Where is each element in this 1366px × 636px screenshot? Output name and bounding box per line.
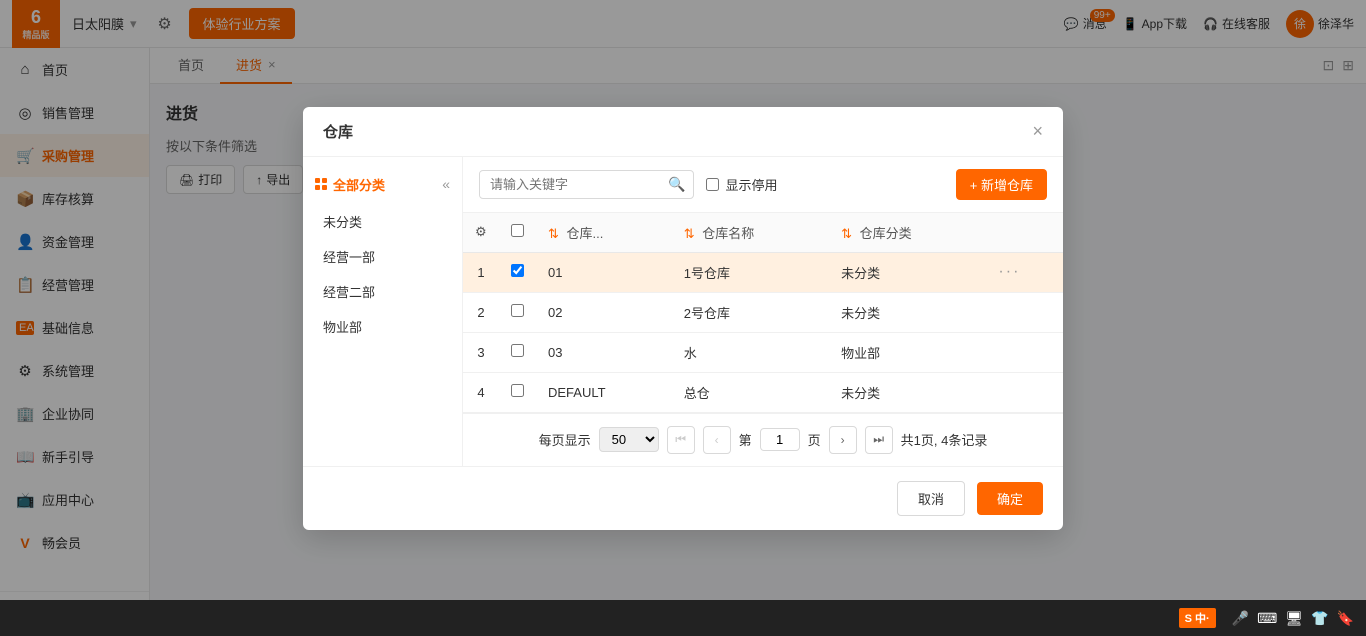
table-row: 4 DEFAULT 总仓 未分类	[463, 372, 1063, 412]
row-category: 物业部	[829, 332, 986, 372]
row-category: 未分类	[829, 372, 986, 412]
next-page-btn[interactable]: ›	[829, 426, 857, 454]
category-item-ops2[interactable]: 经营二部	[303, 274, 462, 309]
row-more	[986, 332, 1063, 372]
th-actions	[986, 213, 1063, 253]
row-code: 02	[536, 292, 672, 332]
th-checkbox	[499, 213, 536, 253]
table-header-row: ⚙ ⇅ 仓库... ⇅	[463, 213, 1063, 253]
search-icon-btn[interactable]: 🔍	[660, 171, 693, 198]
th-name[interactable]: ⇅ 仓库名称	[672, 213, 829, 253]
modal-close-btn[interactable]: ×	[1032, 122, 1043, 140]
first-page-btn[interactable]: ⏮	[667, 426, 695, 454]
category-panel: 全部分类 « 未分类 经营一部 经营二部 物业部	[303, 157, 463, 466]
status-bar: S 中· 🎤 ⌨ 🖥 👕 🔖	[0, 600, 1366, 636]
table-row: 2 02 2号仓库 未分类	[463, 292, 1063, 332]
row-checkbox[interactable]	[511, 304, 524, 317]
row-checkbox[interactable]	[511, 344, 524, 357]
confirm-btn[interactable]: 确定	[977, 482, 1043, 515]
add-warehouse-btn[interactable]: + 新增仓库	[956, 169, 1047, 200]
page-end-label: 页	[808, 430, 821, 449]
shirt-icon[interactable]: 👕	[1311, 610, 1328, 627]
row-index: 4	[463, 372, 499, 412]
row-code: DEFAULT	[536, 372, 672, 412]
select-all-checkbox[interactable]	[511, 224, 524, 237]
search-wrap: 🔍	[479, 170, 694, 199]
row-name: 总仓	[672, 372, 829, 412]
gear-icon: ⚙	[475, 224, 487, 239]
show-disabled-wrap: 显示停用	[706, 175, 777, 194]
grid-icon	[315, 178, 327, 190]
category-header: 全部分类 «	[303, 169, 462, 200]
show-disabled-label: 显示停用	[725, 175, 777, 194]
mic-icon[interactable]: 🎤	[1232, 610, 1249, 627]
modal-header: 仓库 ×	[303, 107, 1063, 157]
row-name: 1号仓库	[672, 252, 829, 292]
row-checkbox[interactable]	[511, 264, 524, 277]
settings-icon-bar[interactable]: 🖥	[1285, 610, 1303, 627]
sort-icon-name: ⇅	[684, 226, 695, 241]
show-disabled-checkbox[interactable]	[706, 178, 719, 191]
sort-icon-code: ⇅	[548, 226, 559, 241]
row-more	[986, 372, 1063, 412]
modal-body: 全部分类 « 未分类 经营一部 经营二部 物业部 🔍	[303, 157, 1063, 466]
last-page-btn[interactable]: ⏭	[865, 426, 893, 454]
th-category[interactable]: ⇅ 仓库分类	[829, 213, 986, 253]
row-checkbox-cell	[499, 292, 536, 332]
sort-icon-category: ⇅	[841, 226, 852, 241]
row-name: 水	[672, 332, 829, 372]
page-label: 第	[739, 430, 752, 449]
more-actions-btn[interactable]: ···	[998, 263, 1020, 280]
modal-overlay: 仓库 × 全部分类 « 未分类 经营一部 经营二部 物业部	[0, 0, 1366, 636]
page-size-select[interactable]: 50 100 200	[599, 427, 659, 452]
table-toolbar: 🔍 显示停用 + 新增仓库	[463, 157, 1063, 213]
bookmark-icon[interactable]: 🔖	[1337, 610, 1354, 627]
row-checkbox-cell	[499, 332, 536, 372]
row-checkbox[interactable]	[511, 384, 524, 397]
row-index: 2	[463, 292, 499, 332]
prev-page-btn[interactable]: ‹	[703, 426, 731, 454]
page-size-label: 每页显示	[539, 430, 591, 449]
modal-title: 仓库	[323, 121, 353, 142]
table-row: 1 01 1号仓库 未分类 ···	[463, 252, 1063, 292]
warehouse-table: ⚙ ⇅ 仓库... ⇅	[463, 213, 1063, 413]
row-checkbox-cell	[499, 252, 536, 292]
row-category: 未分类	[829, 292, 986, 332]
row-code: 01	[536, 252, 672, 292]
category-collapse-btn[interactable]: «	[442, 176, 450, 192]
page-input[interactable]	[760, 428, 800, 451]
cancel-btn[interactable]: 取消	[897, 481, 965, 516]
row-code: 03	[536, 332, 672, 372]
row-more	[986, 292, 1063, 332]
row-index: 1	[463, 252, 499, 292]
th-settings: ⚙	[463, 213, 499, 253]
pagination-bar: 每页显示 50 100 200 ⏮ ‹ 第 页 › ⏭ 共1页, 4条记录	[463, 413, 1063, 466]
search-input[interactable]	[480, 172, 660, 197]
all-category-title[interactable]: 全部分类	[315, 175, 385, 194]
category-item-uncategorized[interactable]: 未分类	[303, 204, 462, 239]
status-logo: S 中·	[1179, 608, 1216, 628]
warehouse-modal: 仓库 × 全部分类 « 未分类 经营一部 经营二部 物业部	[303, 107, 1063, 530]
table-row: 3 03 水 物业部	[463, 332, 1063, 372]
total-label: 共1页, 4条记录	[901, 430, 988, 449]
row-index: 3	[463, 332, 499, 372]
table-scroll: ⚙ ⇅ 仓库... ⇅	[463, 213, 1063, 413]
category-item-ops1[interactable]: 经营一部	[303, 239, 462, 274]
category-item-property[interactable]: 物业部	[303, 309, 462, 344]
row-name: 2号仓库	[672, 292, 829, 332]
row-checkbox-cell	[499, 372, 536, 412]
keyboard-icon[interactable]: ⌨	[1257, 610, 1277, 627]
th-code[interactable]: ⇅ 仓库...	[536, 213, 672, 253]
row-more: ···	[986, 252, 1063, 292]
modal-footer: 取消 确定	[303, 466, 1063, 530]
row-category: 未分类	[829, 252, 986, 292]
table-panel: 🔍 显示停用 + 新增仓库 ⚙	[463, 157, 1063, 466]
